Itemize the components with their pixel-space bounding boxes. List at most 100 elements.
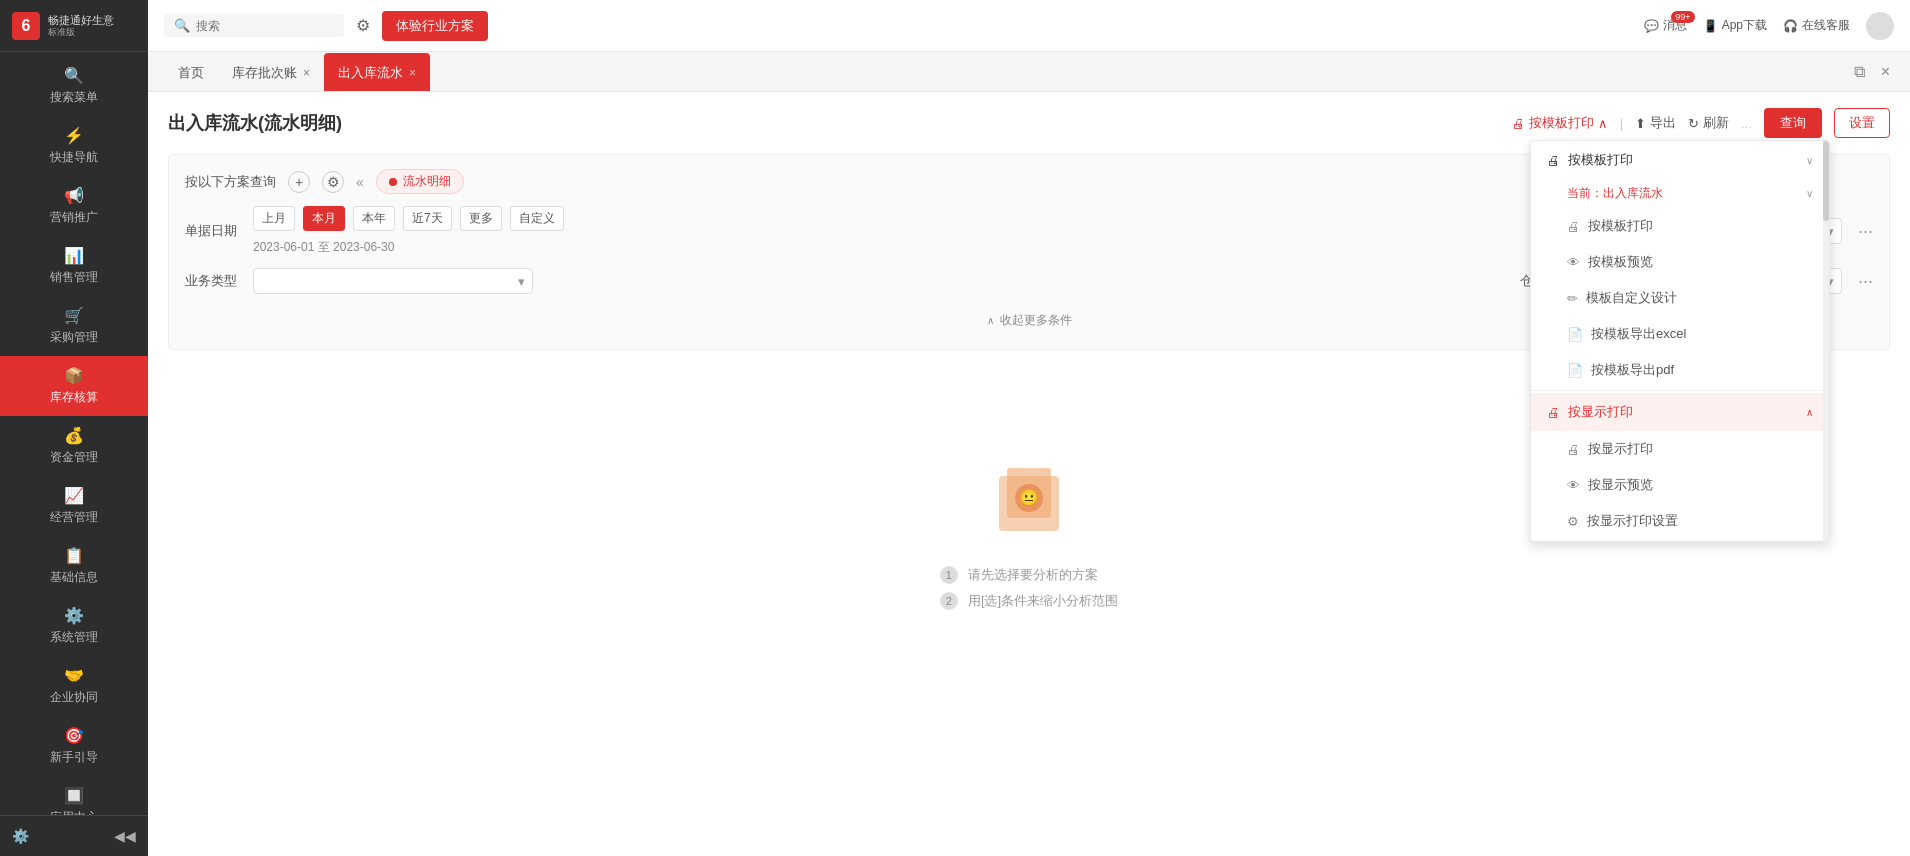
current-chevron: ∨: [1806, 188, 1813, 199]
dropdown-template-pdf[interactable]: 📄 按模板导出pdf: [1531, 352, 1829, 388]
preview-display-icon: 👁: [1567, 478, 1580, 493]
dropdown-template-print-action[interactable]: 🖨 按模板打印: [1531, 208, 1829, 244]
sidebar-item-finance[interactable]: 💰 资金管理: [0, 416, 148, 476]
filter-collapse-btn[interactable]: «: [356, 174, 364, 190]
empty-state-icon: 😐: [979, 446, 1079, 546]
business-type-label: 业务类型: [185, 272, 237, 290]
sidebar-operation-label: 经营管理: [50, 509, 98, 526]
active-filter-tag[interactable]: 流水明细: [376, 169, 464, 194]
business-type-wrapper: [253, 268, 533, 294]
sidebar-item-enterprise[interactable]: 🤝企业协同: [0, 656, 148, 716]
date-btn-本月[interactable]: 本月: [303, 206, 345, 231]
sidebar-item-marketing[interactable]: 📢营销推广: [0, 176, 148, 236]
excel-template-icon: 📄: [1567, 327, 1583, 342]
dropdown-template-custom[interactable]: ✏ 模板自定义设计: [1531, 280, 1829, 316]
search-icon: 🔍: [174, 18, 190, 33]
sidebar-purchase-label: 采购管理: [50, 329, 98, 346]
custom-template-icon: ✏: [1567, 291, 1578, 306]
page-container: 出入库流水(流水明细) 🖨 按模板打印 ∧ | ⬆ 导出 ↻ 刷新: [148, 92, 1910, 856]
sidebar-item-sales[interactable]: 📊销售管理: [0, 236, 148, 296]
sidebar-item-basic[interactable]: 📋基础信息: [0, 536, 148, 596]
sidebar-item-quick-nav[interactable]: ⚡快捷导航: [0, 116, 148, 176]
message-badge: 99+: [1671, 11, 1694, 23]
trial-btn[interactable]: 体验行业方案: [382, 11, 488, 41]
sidebar-collapse-icon[interactable]: ◀◀: [114, 828, 136, 844]
sidebar-item-guide[interactable]: 🎯新手引导: [0, 716, 148, 776]
dropdown-display-print-settings[interactable]: ⚙ 按显示打印设置: [1531, 503, 1829, 539]
topbar-search-box[interactable]: 🔍: [164, 14, 344, 37]
sidebar-settings-icon[interactable]: ⚙️: [12, 828, 29, 844]
date-btn-本年[interactable]: 本年: [353, 206, 395, 231]
template-print-chevron: ∨: [1806, 155, 1813, 166]
sidebar-logo: 6 畅捷通好生意 标准版: [0, 0, 148, 52]
sidebar-purchase-icon: 🛒: [64, 306, 84, 325]
sidebar-sales-icon: 📊: [64, 246, 84, 265]
settings-btn[interactable]: 设置: [1834, 108, 1890, 138]
sidebar-item-operation[interactable]: 📈 经营管理: [0, 476, 148, 536]
date-btn-更多[interactable]: 更多: [460, 206, 502, 231]
print-template-btn[interactable]: 🖨 按模板打印 ∧: [1512, 114, 1608, 132]
dropdown-display-print-header[interactable]: 🖨 按显示打印 ∧: [1531, 393, 1829, 431]
filter-add-btn[interactable]: +: [288, 171, 310, 193]
date-btn-近7天[interactable]: 近7天: [403, 206, 452, 231]
tab-flow[interactable]: 出入库流水×: [324, 53, 430, 91]
dropdown-scrollbar-thumb: [1823, 141, 1829, 221]
dropdown-display-preview[interactable]: 👁 按显示预览: [1531, 467, 1829, 503]
search-input[interactable]: [196, 19, 326, 33]
sidebar-finance-icon: 💰: [64, 426, 84, 445]
step-1-text: 请先选择要分析的方案: [968, 566, 1098, 584]
sidebar-item-search[interactable]: 🔍搜索菜单: [0, 56, 148, 116]
type-more-btn[interactable]: ···: [1858, 222, 1873, 240]
dropdown-scrollbar[interactable]: [1823, 141, 1829, 541]
refresh-label: 刷新: [1703, 114, 1729, 132]
sidebar-item-system[interactable]: ⚙️系统管理: [0, 596, 148, 656]
message-btn[interactable]: 💬 消息 99+: [1644, 17, 1687, 34]
sidebar-item-inventory[interactable]: 📦库存核算: [0, 356, 148, 416]
sidebar-finance-label: 资金管理: [50, 449, 98, 466]
sidebar-item-apps[interactable]: 🔲应用中心: [0, 776, 148, 815]
sidebar-search-icon: 🔍: [64, 66, 84, 85]
tab-flow-close[interactable]: ×: [409, 66, 416, 80]
close-window-icon[interactable]: ×: [1877, 63, 1894, 81]
date-btn-上月[interactable]: 上月: [253, 206, 295, 231]
restore-window-icon[interactable]: ⧉: [1850, 63, 1869, 81]
warehouse-more-btn[interactable]: ···: [1858, 272, 1873, 290]
dropdown-template-preview[interactable]: 👁 按模板预览: [1531, 244, 1829, 280]
dropdown-display-excel[interactable]: 📄 按显示导出excel: [1531, 539, 1829, 541]
print-display-action-icon: 🖨: [1567, 442, 1580, 457]
tabs-bar: 首页库存批次账×出入库流水× ⧉ ×: [148, 52, 1910, 92]
sidebar-footer: ⚙️ ◀◀: [0, 815, 148, 856]
sidebar: 6 畅捷通好生意 标准版 🔍搜索菜单⚡快捷导航📢营销推广📊销售管理 🛒 采购管理 📦库…: [0, 0, 148, 856]
date-btn-自定义[interactable]: 自定义: [510, 206, 564, 231]
topbar-gear-icon[interactable]: ⚙: [356, 16, 370, 35]
tab-home[interactable]: 首页: [164, 53, 218, 91]
sidebar-guide-icon: 🎯: [64, 726, 84, 745]
refresh-btn[interactable]: ↻ 刷新: [1688, 114, 1729, 132]
preview-template-icon: 👁: [1567, 255, 1580, 270]
tab-batch[interactable]: 库存批次账×: [218, 53, 324, 91]
online-service-btn[interactable]: 🎧 在线客服: [1783, 17, 1850, 34]
dropdown-template-print-header[interactable]: 🖨 按模板打印 ∨: [1531, 141, 1829, 179]
export-btn[interactable]: ⬆ 导出: [1635, 114, 1676, 132]
print-action-icon: 🖨: [1567, 219, 1580, 234]
active-filter-label: 流水明细: [403, 173, 451, 190]
app-download-btn[interactable]: 📱 App下载: [1703, 17, 1767, 34]
dropdown-template-current: 当前：出入库流水 ∨: [1531, 179, 1829, 208]
sidebar-operation-icon: 📈: [64, 486, 84, 505]
date-filter-label: 单据日期: [185, 222, 237, 240]
dropdown-template-excel[interactable]: 📄 按模板导出excel: [1531, 316, 1829, 352]
refresh-icon: ↻: [1688, 116, 1699, 131]
empty-steps: 1 请先选择要分析的方案 2 用[选]条件来缩小分析范围: [940, 566, 1118, 618]
tab-batch-close[interactable]: ×: [303, 66, 310, 80]
filter-settings-btn[interactable]: ⚙: [322, 171, 344, 193]
sidebar-item-purchase[interactable]: 🛒 采购管理: [0, 296, 148, 356]
dropdown-display-print-action[interactable]: 🖨 按显示打印: [1531, 431, 1829, 467]
business-type-select[interactable]: [253, 268, 533, 294]
display-print-chevron: ∧: [1806, 407, 1813, 418]
headset-icon: 🎧: [1783, 19, 1798, 33]
query-btn[interactable]: 查询: [1764, 108, 1822, 138]
sidebar-marketing-label: 营销推广: [50, 209, 98, 226]
user-avatar[interactable]: [1866, 12, 1894, 40]
filter-section-label: 按以下方案查询: [185, 173, 276, 191]
logo-icon: 6: [12, 12, 40, 40]
